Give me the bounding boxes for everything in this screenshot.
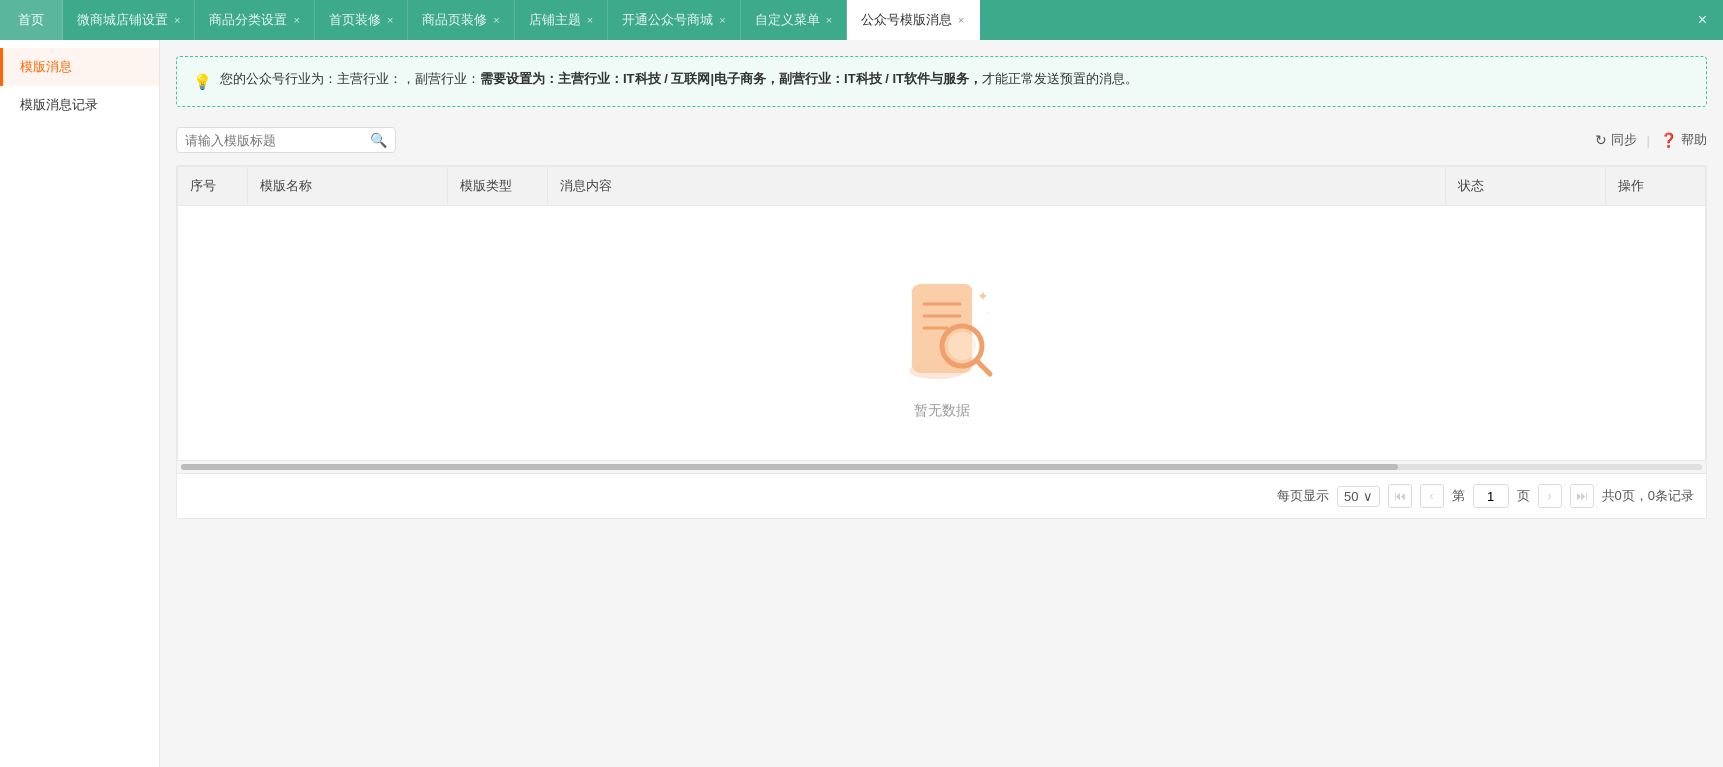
svg-text:·: · <box>987 307 990 318</box>
table-wrapper: 序号 模版名称 模版类型 消息内容 状态 <box>176 165 1707 519</box>
empty-state-row: ✦ · 暂无数据 <box>178 206 1706 461</box>
tab-label: 公众号模版消息 <box>861 11 952 29</box>
page-label: 第 <box>1452 487 1465 505</box>
tab-product-decor[interactable]: 商品页装修 × <box>408 0 514 40</box>
prev-page-button[interactable]: ‹ <box>1420 484 1444 508</box>
search-icon[interactable]: 🔍 <box>370 132 387 148</box>
tab-custom-menu-close[interactable]: × <box>826 15 832 26</box>
toolbar-divider: | <box>1647 133 1650 148</box>
next-page-icon: › <box>1548 489 1552 503</box>
sidebar-item-template-msg[interactable]: 模版消息 <box>0 48 159 86</box>
horizontal-scrollbar[interactable] <box>177 461 1706 473</box>
svg-line-6 <box>977 361 990 374</box>
tab-label: 商品页装修 <box>422 11 487 29</box>
next-page-button[interactable]: › <box>1538 484 1562 508</box>
pagination-row: 每页显示 50 ∨ ⏮ ‹ 第 页 › ⏭ <box>177 473 1706 518</box>
sync-icon: ↻ <box>1595 132 1607 148</box>
notice-prefix: 您的公众号行业为：主营行业：，副营行业： <box>220 71 480 86</box>
data-table: 序号 模版名称 模版类型 消息内容 状态 <box>177 166 1706 461</box>
tab-home-decor-close[interactable]: × <box>387 15 393 26</box>
empty-text: 暂无数据 <box>914 402 970 420</box>
tab-open-mall[interactable]: 开通公众号商城 × <box>608 0 740 40</box>
sidebar-item-label: 模版消息记录 <box>20 97 98 112</box>
tab-label: 商品分类设置 <box>209 11 287 29</box>
sidebar: 模版消息 模版消息记录 <box>0 40 160 767</box>
empty-state: ✦ · 暂无数据 <box>178 206 1705 460</box>
sync-label: 同步 <box>1611 131 1637 149</box>
tab-template-msg-close[interactable]: × <box>958 15 964 26</box>
search-input-wrap[interactable]: 🔍 <box>176 127 396 153</box>
global-close-button[interactable]: × <box>1682 11 1723 29</box>
last-page-icon: ⏭ <box>1576 489 1588 503</box>
table-header-row: 序号 模版名称 模版类型 消息内容 状态 <box>178 167 1706 206</box>
notice-box: 💡 您的公众号行业为：主营行业：，副营行业：需要设置为：主营行业：IT科技 / … <box>176 56 1707 107</box>
page-size-select[interactable]: 50 ∨ <box>1337 486 1379 507</box>
tab-bar: 首页 微商城店铺设置 × 商品分类设置 × 首页装修 × 商品页装修 × 店铺主… <box>0 0 1723 40</box>
col-type: 模版类型 <box>448 167 548 206</box>
notice-suffix: 才能正常发送预置的消息。 <box>982 71 1138 86</box>
tab-product-category-close[interactable]: × <box>293 15 299 26</box>
page-size-label: 每页显示 <box>1277 487 1329 505</box>
main-layout: 模版消息 模版消息记录 💡 您的公众号行业为：主营行业：，副营行业：需要设置为：… <box>0 40 1723 767</box>
tab-store-theme[interactable]: 店铺主题 × <box>515 0 608 40</box>
svg-point-5 <box>948 332 976 360</box>
tab-label: 店铺主题 <box>529 11 581 29</box>
help-label: 帮助 <box>1681 131 1707 149</box>
tab-home-decor[interactable]: 首页装修 × <box>315 0 408 40</box>
scrollbar-thumb[interactable] <box>181 464 1398 470</box>
page-size-value: 50 <box>1344 489 1358 504</box>
col-action: 操作 <box>1606 167 1706 206</box>
chevron-down-icon: ∨ <box>1363 489 1373 504</box>
search-input[interactable] <box>185 133 370 148</box>
sidebar-item-label: 模版消息 <box>20 59 72 74</box>
scrollbar-track <box>181 464 1702 470</box>
notice-icon: 💡 <box>193 70 212 94</box>
prev-page-icon: ‹ <box>1430 489 1434 503</box>
page-suffix: 页 <box>1517 487 1530 505</box>
first-page-icon: ⏮ <box>1394 489 1406 503</box>
tab-label: 开通公众号商城 <box>622 11 713 29</box>
tab-open-mall-close[interactable]: × <box>719 15 725 26</box>
notice-highlight: 需要设置为：主营行业：IT科技 / 互联网|电子商务，副营行业：IT科技 / I… <box>480 71 982 86</box>
search-row: 🔍 ↻ 同步 | ❓ 帮助 <box>176 127 1707 153</box>
col-status: 状态 <box>1446 167 1606 206</box>
help-icon: ❓ <box>1660 132 1677 148</box>
tab-product-decor-close[interactable]: × <box>493 15 499 26</box>
col-name: 模版名称 <box>248 167 448 206</box>
tab-label: 微商城店铺设置 <box>77 11 168 29</box>
col-index: 序号 <box>178 167 248 206</box>
last-page-button[interactable]: ⏭ <box>1570 484 1594 508</box>
empty-illustration: ✦ · <box>882 266 1002 386</box>
tab-custom-menu[interactable]: 自定义菜单 × <box>741 0 847 40</box>
tab-template-msg[interactable]: 公众号模版消息 × <box>847 0 979 40</box>
total-info: 共0页，0条记录 <box>1602 487 1694 505</box>
tab-product-category[interactable]: 商品分类设置 × <box>195 0 314 40</box>
tab-label: 自定义菜单 <box>755 11 820 29</box>
content-area: 💡 您的公众号行业为：主营行业：，副营行业：需要设置为：主营行业：IT科技 / … <box>160 40 1723 767</box>
svg-text:✦: ✦ <box>977 288 989 304</box>
tab-label: 首页装修 <box>329 11 381 29</box>
toolbar-right: ↻ 同步 | ❓ 帮助 <box>1595 131 1707 149</box>
tab-micro-store-close[interactable]: × <box>174 15 180 26</box>
page-number-input[interactable] <box>1473 484 1509 508</box>
tab-micro-store[interactable]: 微商城店铺设置 × <box>63 0 195 40</box>
notice-text: 您的公众号行业为：主营行业：，副营行业：需要设置为：主营行业：IT科技 / 互联… <box>220 69 1138 90</box>
help-button[interactable]: ❓ 帮助 <box>1660 131 1707 149</box>
sidebar-item-template-msg-record[interactable]: 模版消息记录 <box>0 86 159 124</box>
sync-button[interactable]: ↻ 同步 <box>1595 131 1637 149</box>
col-content: 消息内容 <box>548 167 1446 206</box>
tab-home-label: 首页 <box>18 11 44 29</box>
first-page-button[interactable]: ⏮ <box>1388 484 1412 508</box>
tab-store-theme-close[interactable]: × <box>587 15 593 26</box>
tab-home[interactable]: 首页 <box>0 0 63 40</box>
